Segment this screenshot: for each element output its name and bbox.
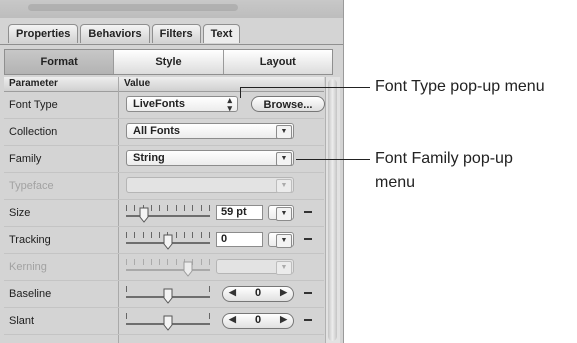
font-type-callout-line: [240, 87, 370, 88]
collection-label: Collection: [9, 126, 58, 138]
typeface-popup[interactable]: ▼: [126, 177, 294, 193]
slider-knob-icon[interactable]: [139, 207, 149, 223]
family-callout-line: [296, 159, 370, 160]
tracking-units-popup[interactable]: ▼: [268, 232, 294, 248]
baseline-dash-icon[interactable]: [304, 292, 312, 294]
baseline-stepper[interactable]: ◀ 0 ▶: [222, 286, 294, 302]
size-field[interactable]: 59 pt: [216, 205, 263, 220]
kerning-label: Kerning: [9, 261, 47, 273]
text-segmented-control: Format Style Layout: [4, 49, 333, 75]
tracking-dash-icon[interactable]: [304, 238, 312, 240]
tab-behaviors[interactable]: Behaviors: [80, 24, 150, 43]
tab-filters[interactable]: Filters: [151, 24, 201, 43]
row-size: Size 59 pt ▼: [4, 200, 324, 227]
family-callout-line1: Font Family pop-up: [375, 150, 513, 167]
row-font-type: Font Type LiveFonts ▴ ▾ Browse...: [4, 92, 325, 119]
tracking-label: Tracking: [9, 234, 51, 246]
slider-knob-icon[interactable]: [183, 261, 193, 277]
header-parameter: Parameter: [9, 78, 58, 89]
collection-popup[interactable]: All Fonts ▼: [126, 123, 294, 139]
size-units-popup[interactable]: ▼: [268, 205, 294, 221]
slider-track: [126, 269, 210, 271]
chevron-down-icon: ▼: [276, 179, 292, 193]
chevron-down-icon: ▼: [276, 261, 292, 275]
row-typeface: Typeface ▼: [4, 173, 324, 200]
slant-label: Slant: [9, 315, 35, 327]
slider-knob-icon[interactable]: [163, 315, 173, 331]
tab-properties[interactable]: Properties: [8, 24, 79, 43]
font-type-label: Font Type: [9, 99, 58, 111]
slant-stepper[interactable]: ◀ 0 ▶: [222, 313, 294, 329]
baseline-slider[interactable]: [126, 284, 210, 304]
segment-style[interactable]: Style: [114, 50, 224, 74]
segment-format[interactable]: Format: [5, 50, 115, 74]
collection-value: All Fonts: [133, 125, 181, 137]
size-slider[interactable]: [126, 203, 210, 223]
title-bar: [0, 0, 343, 18]
updown-arrows-icon: ▴ ▾: [227, 95, 232, 113]
slant-dash-icon[interactable]: [304, 319, 312, 321]
browse-button[interactable]: Browse...: [251, 96, 325, 112]
typeface-label: Typeface: [9, 180, 54, 192]
row-family: Family String ▼: [4, 146, 324, 173]
font-type-callout: Font Type pop-up menu: [375, 78, 545, 95]
font-type-value: LiveFonts: [133, 98, 185, 110]
row-tracking: Tracking 0 ▼: [4, 227, 324, 254]
slider-knob-icon[interactable]: [163, 234, 173, 250]
kerning-popup[interactable]: ▼: [216, 259, 294, 275]
font-type-popup[interactable]: LiveFonts ▴ ▾: [126, 95, 238, 113]
slider-ticks: [126, 259, 210, 265]
row-slant: Slant ◀ 0 ▶: [4, 308, 324, 335]
chevron-down-icon: ▼: [276, 125, 292, 139]
arrow-right-icon[interactable]: ▶: [280, 287, 287, 298]
tracking-field[interactable]: 0: [216, 232, 263, 247]
row-baseline: Baseline ◀ 0 ▶: [4, 281, 324, 308]
family-popup[interactable]: String ▼: [126, 150, 294, 166]
kerning-slider[interactable]: [126, 257, 210, 277]
family-callout-line2: menu: [375, 174, 416, 191]
size-dash-icon[interactable]: [304, 211, 312, 213]
row-collection: Collection All Fonts ▼: [4, 119, 324, 146]
size-label: Size: [9, 207, 31, 219]
size-value: 59 pt: [221, 206, 247, 218]
slant-slider[interactable]: [126, 311, 210, 331]
family-label: Family: [9, 153, 42, 165]
tracking-slider[interactable]: [126, 230, 210, 250]
scrollbar-thumb[interactable]: [328, 79, 337, 341]
chevron-down-icon: ▼: [276, 152, 292, 166]
chevron-down-icon: ▼: [276, 207, 292, 221]
family-value: String: [133, 152, 165, 164]
tab-divider: [0, 44, 343, 45]
header-value: Value: [124, 78, 151, 89]
baseline-label: Baseline: [9, 288, 52, 300]
chevron-down-icon: ▼: [276, 234, 292, 248]
tab-text[interactable]: Text: [202, 24, 241, 43]
scrollbar[interactable]: [325, 77, 340, 343]
slider-knob-icon[interactable]: [163, 288, 173, 304]
tracking-value: 0: [221, 233, 228, 245]
parameter-table-header: Parameter Value: [4, 77, 324, 92]
arrow-right-icon[interactable]: ▶: [280, 314, 287, 325]
inspector-tabs: Properties Behaviors Filters Text: [8, 24, 242, 44]
inspector-panel: Properties Behaviors Filters Text Format…: [0, 0, 344, 343]
font-type-callout-leader: [240, 87, 241, 98]
segment-layout[interactable]: Layout: [223, 50, 332, 74]
title-bar-groove: [28, 4, 238, 11]
row-kerning: Kerning ▼: [4, 254, 324, 281]
